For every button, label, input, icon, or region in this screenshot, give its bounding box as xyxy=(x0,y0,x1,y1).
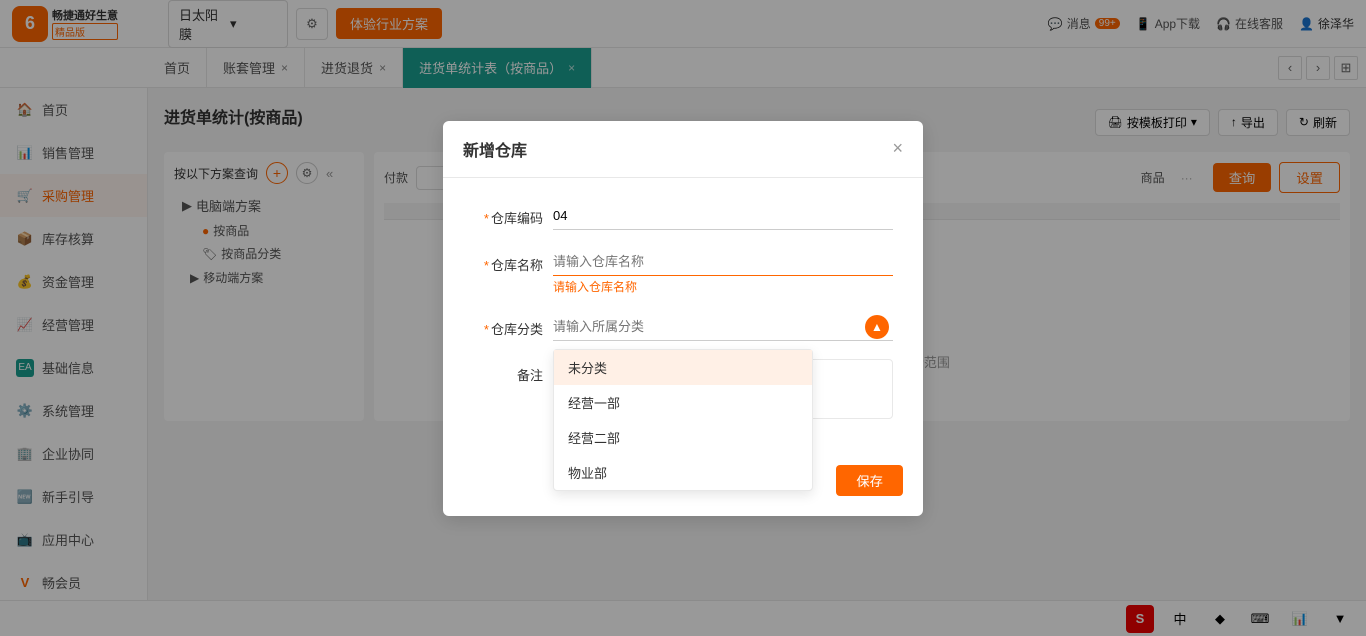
category-required-mark: * xyxy=(484,322,489,337)
code-input[interactable] xyxy=(553,202,893,230)
name-required-mark: * xyxy=(484,258,489,273)
code-required-mark: * xyxy=(484,211,489,226)
save-button[interactable]: 保存 xyxy=(836,465,903,496)
name-input[interactable] xyxy=(553,248,893,276)
name-label: *仓库名称 xyxy=(473,249,553,274)
dropdown-option-property[interactable]: 物业部 xyxy=(554,455,812,490)
dropdown-option-dept2[interactable]: 经营二部 xyxy=(554,420,812,455)
dialog-title: 新增仓库 xyxy=(463,137,527,161)
category-input[interactable] xyxy=(553,313,893,341)
dialog-body: *仓库编码 *仓库名称 请输入仓库名称 *仓库分类 xyxy=(443,178,923,453)
code-label: *仓库编码 xyxy=(473,202,553,227)
name-error-message: 请输入仓库名称 xyxy=(553,278,637,295)
dialog-header: 新增仓库 × xyxy=(443,121,923,178)
name-form-row: *仓库名称 请输入仓库名称 xyxy=(473,248,893,295)
close-dialog-button[interactable]: × xyxy=(892,138,903,159)
code-form-row: *仓库编码 xyxy=(473,202,893,230)
category-dropdown-arrow[interactable]: ▲ xyxy=(865,315,889,339)
note-label: 备注 xyxy=(473,359,553,384)
category-select-wrap: ▲ 未分类 经营一部 经营二部 物业部 xyxy=(553,313,893,341)
new-warehouse-dialog: 新增仓库 × *仓库编码 *仓库名称 请输入仓库名称 xyxy=(443,121,923,516)
dropdown-option-dept1[interactable]: 经营一部 xyxy=(554,385,812,420)
category-dropdown-list: 未分类 经营一部 经营二部 物业部 xyxy=(553,349,813,491)
dropdown-option-unclassified[interactable]: 未分类 xyxy=(554,350,812,385)
category-form-row: *仓库分类 ▲ 未分类 经营一部 经营二部 物业部 xyxy=(473,313,893,341)
modal-overlay[interactable]: 新增仓库 × *仓库编码 *仓库名称 请输入仓库名称 xyxy=(0,0,1366,636)
category-label: *仓库分类 xyxy=(473,313,553,338)
